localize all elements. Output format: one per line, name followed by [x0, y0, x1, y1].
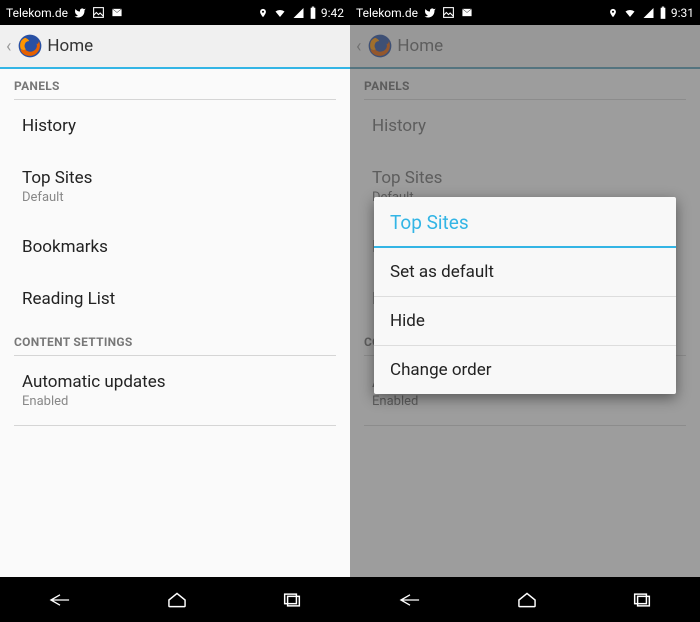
nav-home-icon[interactable]: [516, 590, 538, 610]
setting-automatic-updates[interactable]: Automatic updates Enabled: [0, 356, 350, 425]
dialog-title: Top Sites: [374, 197, 676, 248]
screen-left: Telekom.de 9:42 ‹ Home PANELS History To…: [0, 0, 350, 622]
nav-bar: [0, 577, 350, 622]
nav-bar: [350, 577, 700, 622]
nav-recent-icon[interactable]: [631, 591, 653, 609]
panel-reading-list-label: Reading List: [22, 289, 328, 309]
dialog-hide[interactable]: Hide: [374, 297, 676, 345]
setting-automatic-updates-sub: Enabled: [22, 394, 328, 409]
mail-icon: [460, 7, 474, 18]
dialog-set-default[interactable]: Set as default: [374, 248, 676, 296]
clock-label: 9:31: [671, 6, 694, 20]
section-content-settings: CONTENT SETTINGS: [0, 325, 350, 355]
status-bar: Telekom.de 9:31: [350, 0, 700, 25]
carrier-label: Telekom.de: [356, 6, 418, 20]
signal-icon: [292, 7, 305, 19]
firefox-icon: [17, 33, 43, 59]
screen-right: Telekom.de 9:31 ‹ Home PANELS History To…: [350, 0, 700, 622]
back-icon[interactable]: ‹: [6, 36, 11, 57]
twitter-icon: [73, 7, 87, 19]
page-title: Home: [47, 36, 93, 56]
twitter-icon: [423, 7, 437, 19]
signal-icon: [642, 7, 655, 19]
panel-reading-list[interactable]: Reading List: [0, 273, 350, 325]
panel-history-label: History: [22, 116, 328, 136]
panel-bookmarks-label: Bookmarks: [22, 237, 328, 257]
nav-back-icon[interactable]: [397, 590, 423, 610]
nav-recent-icon[interactable]: [281, 591, 303, 609]
battery-icon: [309, 6, 317, 20]
picture-icon: [92, 6, 105, 19]
mail-icon: [110, 7, 124, 18]
wifi-icon: [622, 7, 638, 19]
divider: [14, 425, 336, 426]
app-header: ‹ Home: [0, 25, 350, 69]
section-panels: PANELS: [0, 69, 350, 99]
content-area: PANELS History Top Sites Default Bookmar…: [0, 69, 350, 577]
panel-top-sites[interactable]: Top Sites Default: [0, 152, 350, 221]
panel-bookmarks[interactable]: Bookmarks: [0, 221, 350, 273]
setting-automatic-updates-label: Automatic updates: [22, 372, 328, 392]
status-bar: Telekom.de 9:42: [0, 0, 350, 25]
carrier-label: Telekom.de: [6, 6, 68, 20]
location-icon: [258, 6, 268, 20]
nav-back-icon[interactable]: [47, 590, 73, 610]
dialog-change-order[interactable]: Change order: [374, 346, 676, 394]
context-dialog: Top Sites Set as default Hide Change ord…: [374, 197, 676, 394]
panel-history[interactable]: History: [0, 100, 350, 152]
battery-icon: [659, 6, 667, 20]
wifi-icon: [272, 7, 288, 19]
clock-label: 9:42: [321, 6, 344, 20]
panel-top-sites-label: Top Sites: [22, 168, 328, 188]
picture-icon: [442, 6, 455, 19]
nav-home-icon[interactable]: [166, 590, 188, 610]
location-icon: [608, 6, 618, 20]
panel-top-sites-sub: Default: [22, 190, 328, 205]
